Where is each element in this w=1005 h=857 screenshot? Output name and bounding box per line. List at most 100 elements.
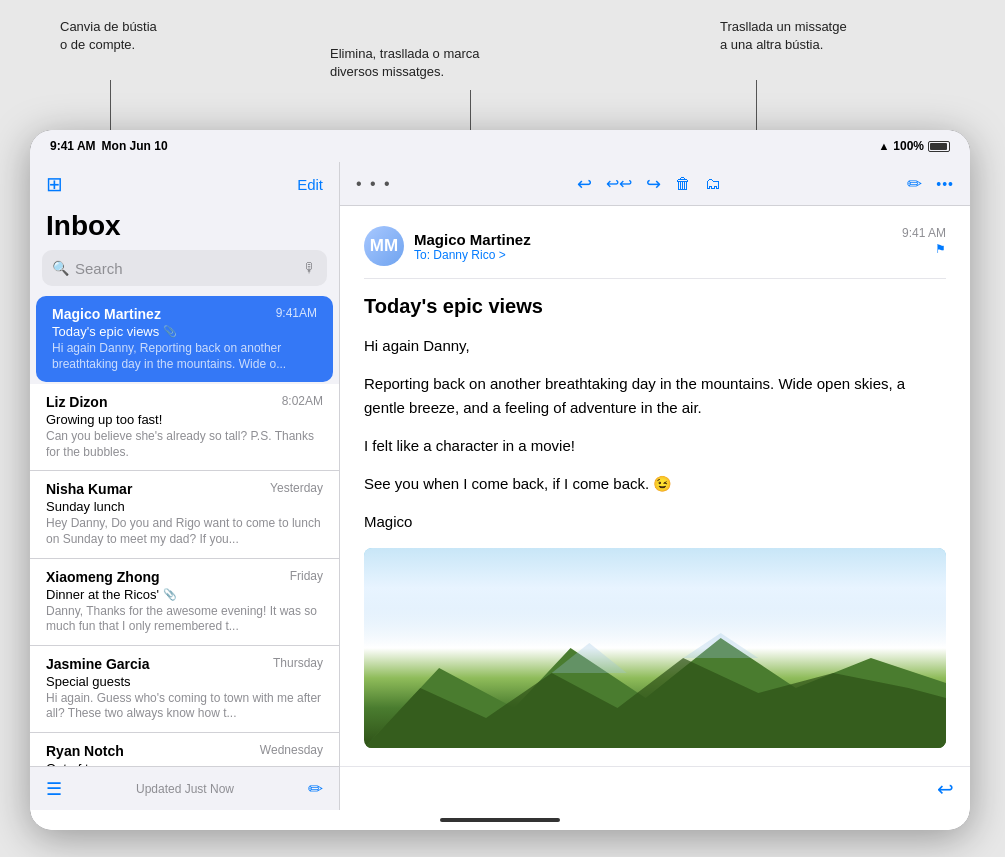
email-time: Yesterday — [270, 481, 323, 495]
avatar: MM — [364, 226, 404, 266]
compose-button[interactable]: ✏ — [907, 173, 922, 195]
email-subject: Today's epic views — [364, 295, 946, 318]
menu-icon[interactable]: ☰ — [46, 778, 62, 800]
annotation-1: Canvia de bústia o de compte. — [60, 18, 157, 54]
email-preview: Hi again Danny, Reporting back on anothe… — [52, 341, 317, 372]
battery-fill — [930, 143, 947, 150]
annotation-3-line1: Trasllada un missatge — [720, 19, 847, 34]
email-preview: Can you believe she's already so tall? P… — [46, 429, 323, 460]
status-bar: 9:41 AM Mon Jun 10 ▲ 100% — [30, 130, 970, 162]
annotation-2: Elimina, trasllada o marca diversos miss… — [330, 45, 480, 81]
attachment-icon: 📎 — [163, 325, 177, 338]
edit-button[interactable]: Edit — [297, 176, 323, 193]
email-list-item[interactable]: Magico Martinez 9:41AM Today's epic view… — [36, 296, 333, 382]
forward-button[interactable]: ↪ — [646, 173, 661, 195]
battery-percent: 100% — [893, 139, 924, 153]
status-day: Mon Jun 10 — [102, 139, 168, 153]
home-indicator — [30, 810, 970, 830]
avatar-image: MM — [364, 226, 404, 266]
avatar-initials: MM — [370, 236, 398, 256]
sender-details: Magico Martinez To: Danny Rico > — [414, 231, 531, 262]
annotation-1-line1: Canvia de bústia — [60, 19, 157, 34]
email-time: Thursday — [273, 656, 323, 670]
email-time: 8:02AM — [282, 394, 323, 408]
annotation-1-line2: o de compte. — [60, 37, 135, 52]
body-paragraph: Hi again Danny, — [364, 334, 946, 358]
body-paragraph: I felt like a character in a movie! — [364, 434, 946, 458]
ipad-frame: 9:41 AM Mon Jun 10 ▲ 100% ⊞ Edit — [30, 130, 970, 830]
email-sender: Magico Martinez — [52, 306, 276, 322]
ipad-screen: 9:41 AM Mon Jun 10 ▲ 100% ⊞ Edit — [30, 130, 970, 830]
reply-footer-button[interactable]: ↩ — [937, 777, 954, 801]
mountain-svg — [364, 628, 946, 748]
email-subject: Growing up too fast! — [46, 412, 323, 427]
email-sender: Ryan Notch — [46, 743, 260, 759]
email-subject: Special guests — [46, 674, 323, 689]
sender-to[interactable]: To: Danny Rico > — [414, 248, 531, 262]
email-sender: Xiaomeng Zhong — [46, 569, 290, 585]
wifi-icon: ▲ — [878, 140, 889, 152]
status-right: ▲ 100% — [878, 139, 950, 153]
more-button[interactable]: ••• — [936, 176, 954, 192]
email-preview: Hi again. Guess who's coming to town wit… — [46, 691, 323, 722]
detail-footer: ↩ — [340, 766, 970, 810]
email-subject: Sunday lunch — [46, 499, 323, 514]
battery-icon — [928, 141, 950, 152]
email-item-header: Jasmine Garcia Thursday — [46, 656, 323, 672]
email-subject: Out of town — [46, 761, 323, 766]
reply-all-button[interactable]: ↩↩ — [606, 174, 632, 193]
email-body: Hi again Danny, Reporting back on another… — [364, 334, 946, 534]
detail-time-area: 9:41 AM ⚑ — [902, 226, 946, 256]
detail-time: 9:41 AM — [902, 226, 946, 240]
email-list-item[interactable]: Liz Dizon 8:02AM Growing up too fast! Ca… — [30, 384, 339, 471]
trash-button[interactable]: 🗑 — [675, 175, 691, 193]
flag-icon[interactable]: ⚑ — [902, 242, 946, 256]
sender-name: Magico Martinez — [414, 231, 531, 248]
email-sender: Nisha Kumar — [46, 481, 270, 497]
left-bottom-bar: ☰ Updated Just Now ✏ — [30, 766, 339, 810]
microphone-icon[interactable]: 🎙 — [303, 260, 317, 276]
body-paragraph: See you when I come back, if I come back… — [364, 472, 946, 496]
email-item-header: Magico Martinez 9:41AM — [52, 306, 317, 322]
email-list-item[interactable]: Xiaomeng Zhong Friday Dinner at the Rico… — [30, 559, 339, 646]
email-subject: Today's epic views📎 — [52, 324, 317, 339]
email-item-header: Nisha Kumar Yesterday — [46, 481, 323, 497]
status-time: 9:41 AM — [50, 139, 96, 153]
email-item-header: Xiaomeng Zhong Friday — [46, 569, 323, 585]
toolbar-actions: ↩ ↩↩ ↪ 🗑 🗂 — [577, 173, 721, 195]
email-list-item[interactable]: Ryan Notch Wednesday Out of town Howdy, … — [30, 733, 339, 766]
right-panel: • • • ↩ ↩↩ ↪ 🗑 🗂 ✏ ••• — [340, 162, 970, 810]
toolbar-dots: • • • — [356, 175, 392, 193]
reply-button[interactable]: ↩ — [577, 173, 592, 195]
left-toolbar: ⊞ Edit — [30, 162, 339, 206]
email-time: 9:41AM — [276, 306, 317, 320]
sender-info: MM Magico Martinez To: Danny Rico > — [364, 226, 531, 266]
compose-small-icon[interactable]: ✏ — [308, 778, 323, 800]
email-item-header: Ryan Notch Wednesday — [46, 743, 323, 759]
toolbar-right: ✏ ••• — [907, 173, 954, 195]
email-item-header: Liz Dizon 8:02AM — [46, 394, 323, 410]
annotation-3-line2: a una altra bústia. — [720, 37, 823, 52]
toolbar-center: • • • — [356, 175, 392, 193]
move-button[interactable]: 🗂 — [705, 175, 721, 193]
sidebar-toggle-icon[interactable]: ⊞ — [46, 172, 63, 196]
search-icon: 🔍 — [52, 260, 69, 276]
annotation-2-line1: Elimina, trasllada o marca — [330, 46, 480, 61]
left-panel: ⊞ Edit Inbox 🔍 Search 🎙 Magico Martinez … — [30, 162, 340, 810]
right-toolbar: • • • ↩ ↩↩ ↪ 🗑 🗂 ✏ ••• — [340, 162, 970, 206]
annotation-3: Trasllada un missatge a una altra bústia… — [720, 18, 847, 54]
home-bar — [440, 818, 560, 822]
mountain-landscape — [364, 548, 946, 748]
search-bar[interactable]: 🔍 Search 🎙 — [42, 250, 327, 286]
search-placeholder: Search — [75, 260, 297, 277]
email-list-item[interactable]: Jasmine Garcia Thursday Special guests H… — [30, 646, 339, 733]
email-attachment-image — [364, 548, 946, 748]
email-time: Friday — [290, 569, 323, 583]
email-list-item[interactable]: Nisha Kumar Yesterday Sunday lunch Hey D… — [30, 471, 339, 558]
body-paragraph: Magico — [364, 510, 946, 534]
attachment-icon: 📎 — [163, 588, 177, 601]
annotation-2-line2: diversos missatges. — [330, 64, 444, 79]
body-paragraph: Reporting back on another breathtaking d… — [364, 372, 946, 420]
email-time: Wednesday — [260, 743, 323, 757]
status-left: 9:41 AM Mon Jun 10 — [50, 139, 168, 153]
